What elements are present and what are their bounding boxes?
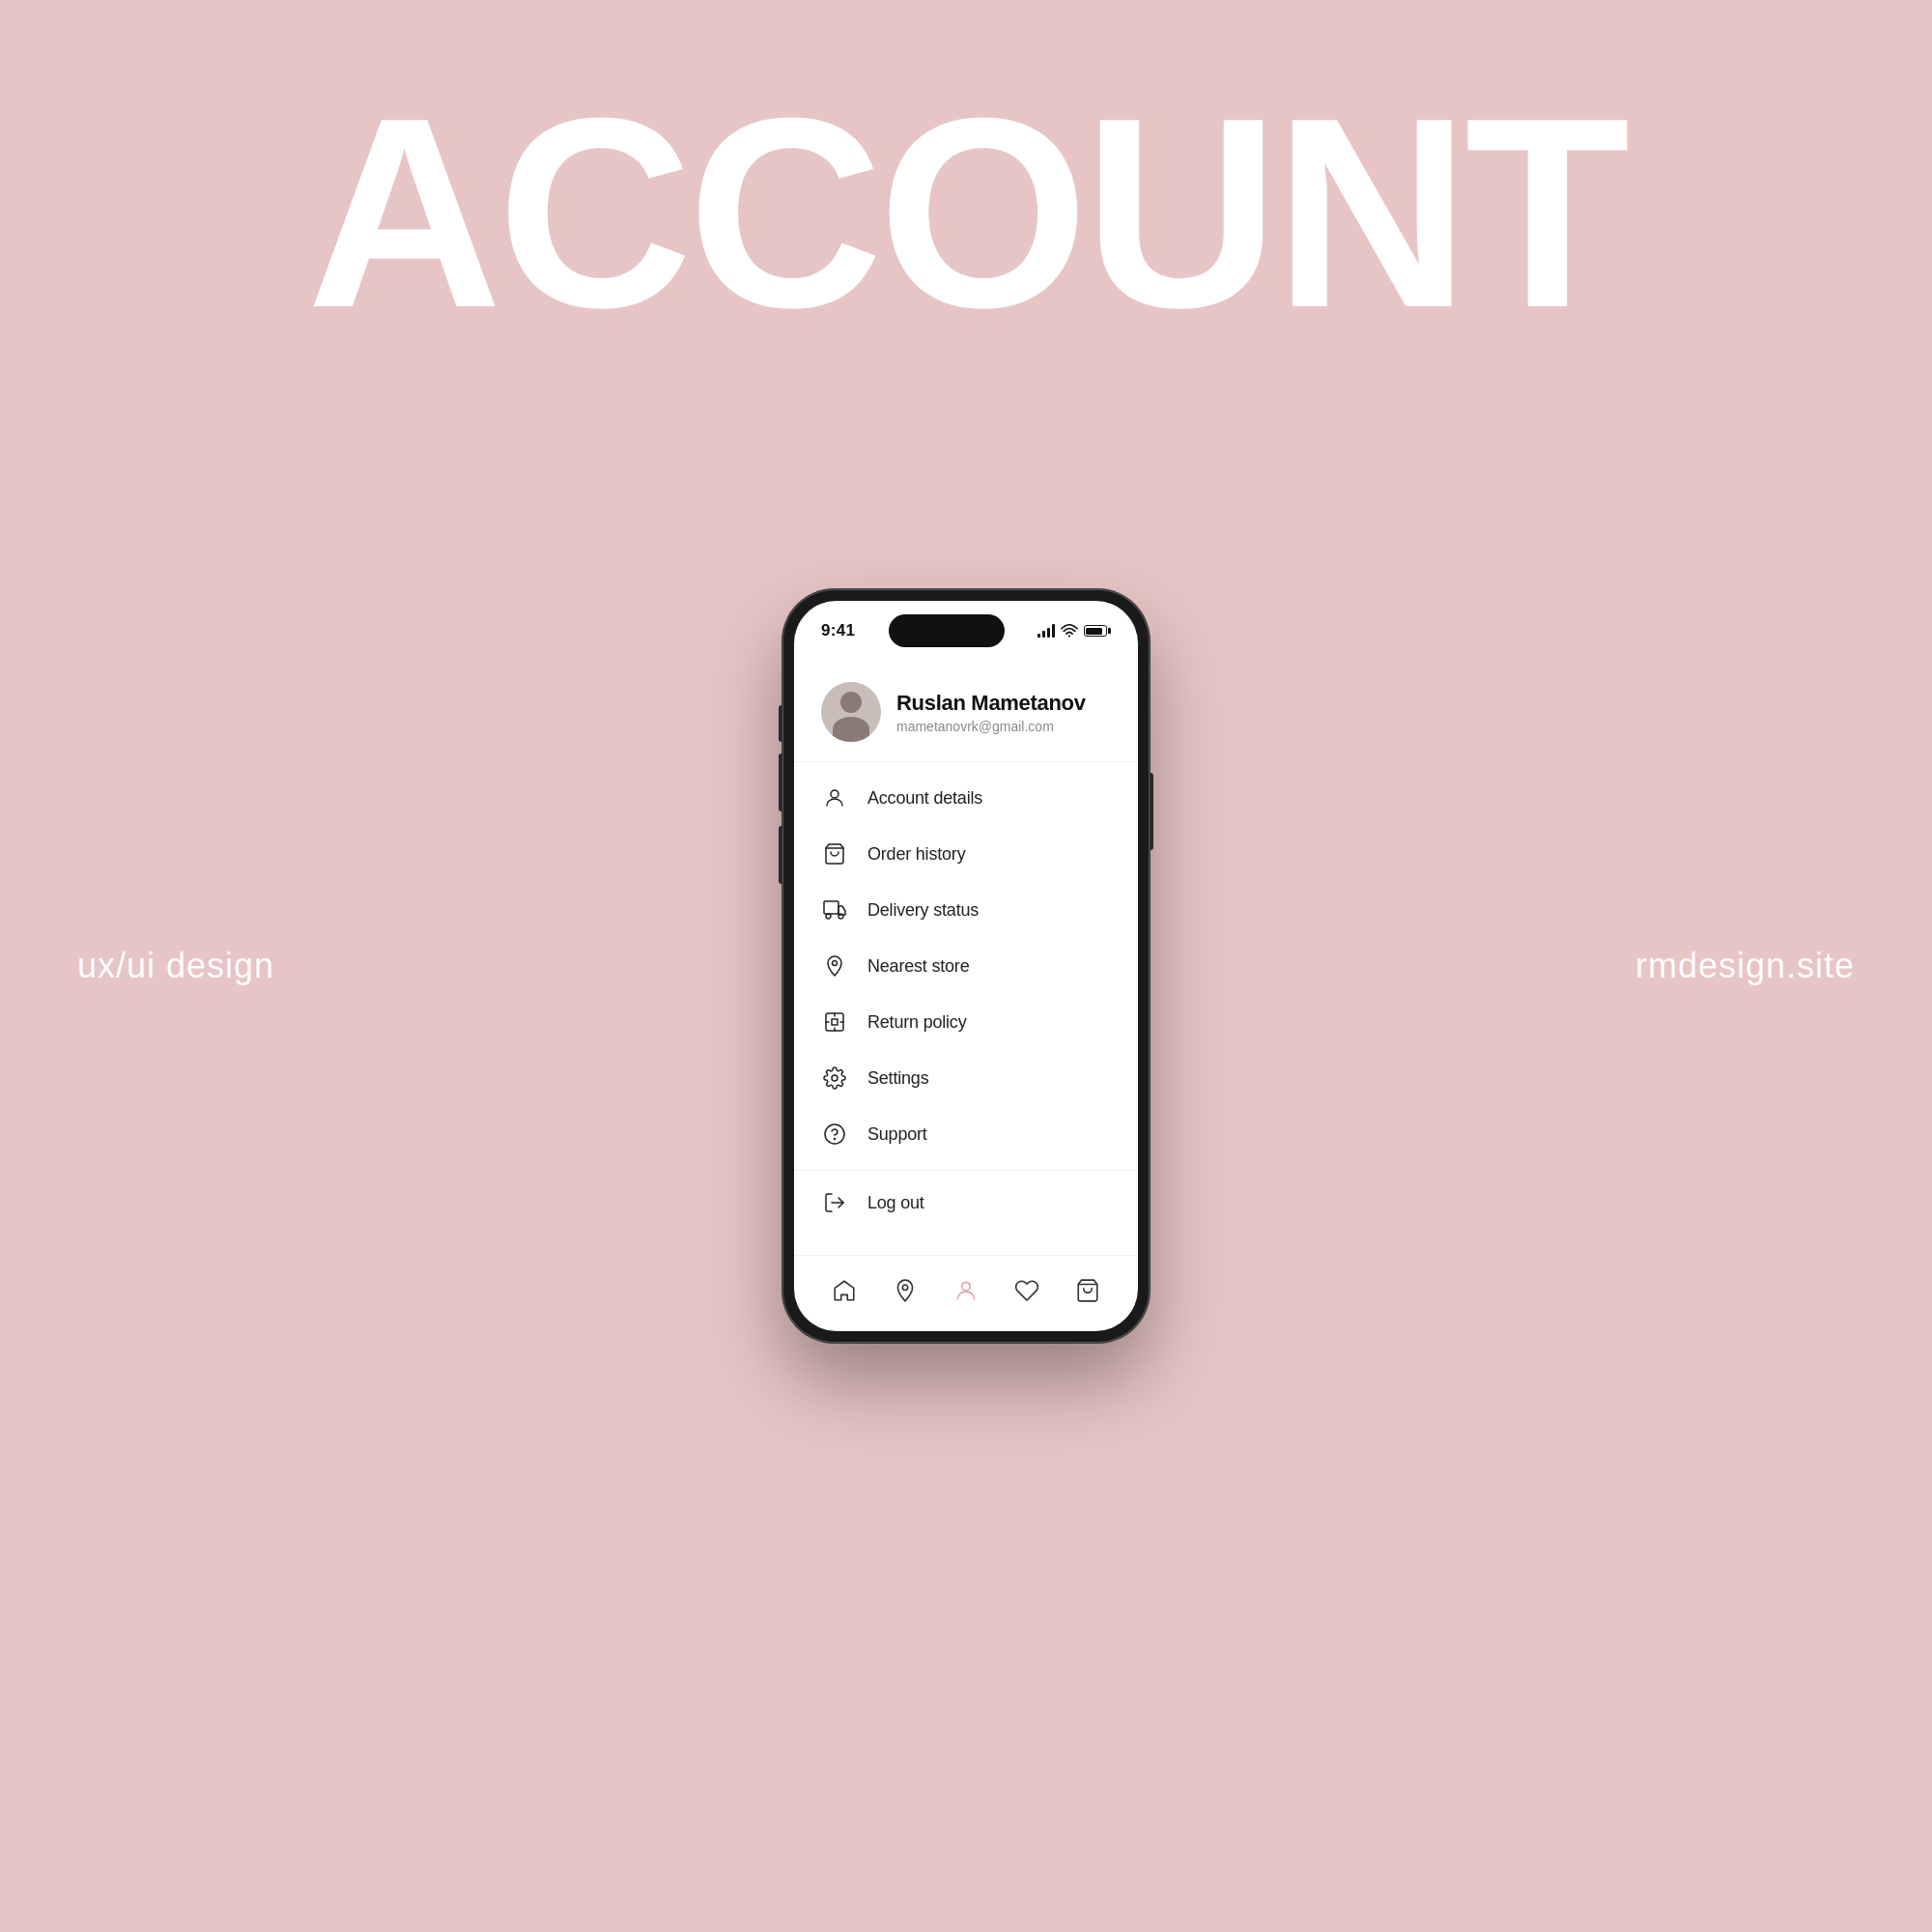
menu-label-account-details: Account details <box>867 788 982 809</box>
svg-point-4 <box>826 914 831 919</box>
nav-location[interactable] <box>884 1269 926 1312</box>
svg-point-9 <box>825 1124 844 1144</box>
bottom-nav <box>794 1255 1138 1331</box>
svg-point-12 <box>902 1285 907 1290</box>
svg-point-5 <box>838 914 843 919</box>
return-icon <box>821 1009 848 1036</box>
page-title: ACCOUNT <box>0 77 1932 348</box>
menu-item-delivery-status[interactable]: Delivery status <box>794 882 1138 938</box>
svg-point-8 <box>832 1075 838 1081</box>
volume-down-button <box>779 826 782 884</box>
svg-point-13 <box>962 1282 971 1291</box>
menu-label-support: Support <box>867 1124 927 1145</box>
menu-item-order-history[interactable]: Order history <box>794 826 1138 882</box>
nav-profile[interactable] <box>945 1269 987 1312</box>
nav-favorites[interactable] <box>1006 1269 1048 1312</box>
side-label-right: rmdesign.site <box>1635 946 1855 986</box>
gear-icon <box>821 1065 848 1092</box>
help-icon <box>821 1121 848 1148</box>
location-icon <box>821 952 848 980</box>
screen-content: Ruslan Mametanov mametanovrk@gmail.com A… <box>794 653 1138 1255</box>
user-profile: Ruslan Mametanov mametanovrk@gmail.com <box>794 672 1138 761</box>
menu-label-return-policy: Return policy <box>867 1012 966 1033</box>
avatar <box>821 682 881 742</box>
status-icons <box>1037 624 1111 638</box>
user-name: Ruslan Mametanov <box>896 691 1086 716</box>
menu-label-delivery-status: Delivery status <box>867 900 979 921</box>
menu-item-account-details[interactable]: Account details <box>794 770 1138 826</box>
menu-list: Account details Order history Delivery s… <box>794 762 1138 1238</box>
dynamic-island <box>889 614 1005 647</box>
status-bar: 9:41 <box>794 601 1138 653</box>
side-label-left: ux/ui design <box>77 946 274 986</box>
menu-item-return-policy[interactable]: Return policy <box>794 994 1138 1050</box>
svg-point-1 <box>831 790 838 798</box>
logout-section: Log out <box>794 1170 1138 1231</box>
menu-item-nearest-store[interactable]: Nearest store <box>794 938 1138 994</box>
user-email: mametanovrk@gmail.com <box>896 719 1086 734</box>
battery-icon <box>1084 625 1111 637</box>
menu-item-support[interactable]: Support <box>794 1106 1138 1162</box>
svg-point-6 <box>833 961 838 966</box>
signal-icon <box>1037 624 1055 638</box>
user-info: Ruslan Mametanov mametanovrk@gmail.com <box>896 691 1086 734</box>
phone-mockup: 9:41 <box>782 589 1150 1343</box>
nav-cart[interactable] <box>1066 1269 1109 1312</box>
nav-home[interactable] <box>823 1269 866 1312</box>
phone-screen: 9:41 <box>794 601 1138 1331</box>
logout-button[interactable]: Log out <box>794 1175 1138 1231</box>
person-icon <box>821 784 848 811</box>
wifi-icon <box>1061 624 1078 638</box>
power-button <box>1150 773 1153 850</box>
status-time: 9:41 <box>821 621 855 640</box>
logout-label: Log out <box>867 1193 924 1213</box>
volume-up-button <box>779 753 782 811</box>
menu-item-settings[interactable]: Settings <box>794 1050 1138 1106</box>
bag-icon <box>821 840 848 867</box>
menu-label-nearest-store: Nearest store <box>867 956 969 977</box>
menu-label-order-history: Order history <box>867 844 965 865</box>
menu-label-settings: Settings <box>867 1068 928 1089</box>
svg-point-0 <box>1068 635 1070 637</box>
logout-icon <box>821 1189 848 1216</box>
truck-icon <box>821 896 848 923</box>
svg-rect-3 <box>824 901 838 914</box>
